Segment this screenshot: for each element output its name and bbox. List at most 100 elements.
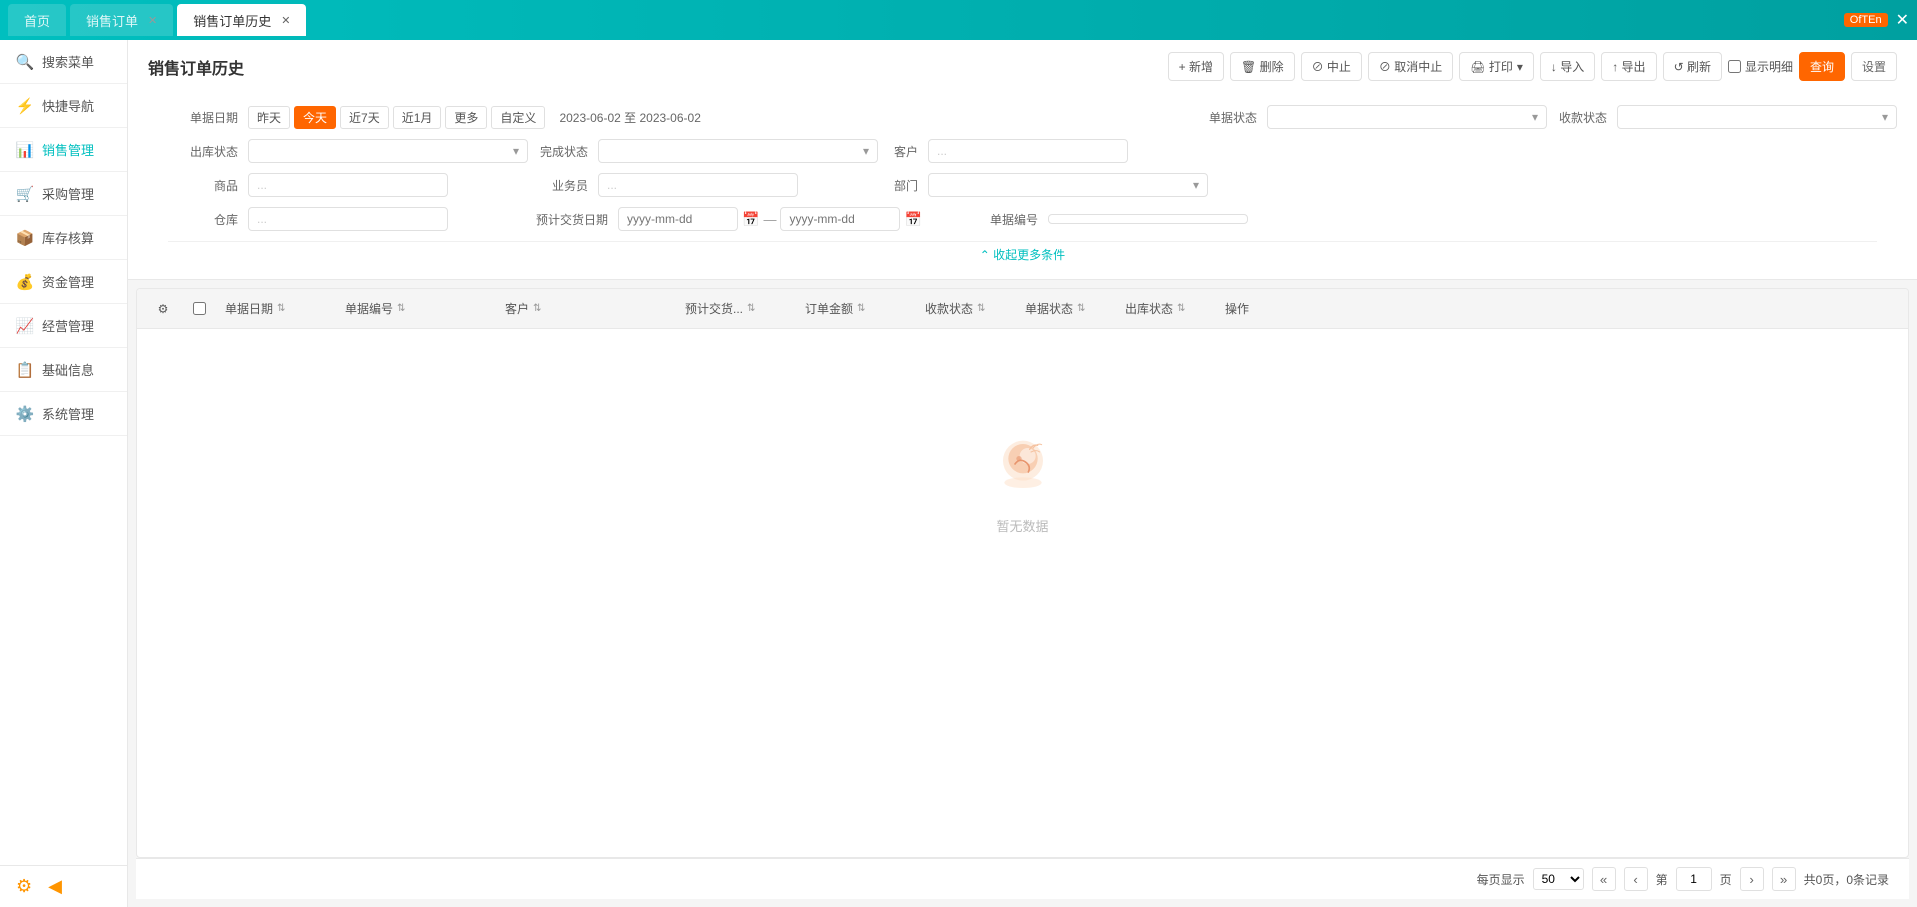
col-number-sort[interactable]: ⇅ bbox=[397, 303, 405, 314]
sidebar-item-sales-mgmt[interactable]: 📊 销售管理 bbox=[0, 128, 127, 172]
page-number-input[interactable] bbox=[1676, 867, 1712, 891]
calendar-start-icon[interactable]: 📅 bbox=[742, 211, 759, 228]
sidebar-settings-icon[interactable]: ⚙ bbox=[16, 876, 32, 897]
col-amount-sort[interactable]: ⇅ bbox=[857, 303, 865, 314]
delete-button[interactable]: 🗑 删除 bbox=[1230, 52, 1295, 81]
table-area: ⚙ 单据日期 ⇅ 单据编号 ⇅ 客户 ⇅ 预计交货... bbox=[136, 288, 1909, 858]
filter-area: 单据日期 昨天 今天 近7天 近1月 更多 自定义 2023-06-02 至 2… bbox=[148, 93, 1897, 279]
sidebar-bottom: ⚙ ◀ bbox=[0, 865, 127, 907]
sidebar-item-quick-nav[interactable]: ⚡ 快捷导航 bbox=[0, 84, 127, 128]
sidebar-item-operation[interactable]: 📈 经营管理 bbox=[0, 304, 127, 348]
table-col-delivery[interactable]: 预计交货... ⇅ bbox=[677, 300, 797, 317]
date-separator: — bbox=[763, 212, 776, 227]
next-page-btn[interactable]: › bbox=[1740, 867, 1764, 891]
date-yesterday-btn[interactable]: 昨天 bbox=[248, 106, 290, 129]
tab-sales-order-history-label: 销售订单历史 bbox=[193, 11, 271, 30]
col-customer-sort[interactable]: ⇅ bbox=[533, 303, 541, 314]
sidebar: 🔍 搜索菜单 ⚡ 快捷导航 📊 销售管理 🛒 采购管理 📦 库存核算 💰 资金管… bbox=[0, 40, 128, 907]
sidebar-item-purchase-mgmt[interactable]: 🛒 采购管理 bbox=[0, 172, 127, 216]
out-status-label: 出库状态 bbox=[168, 143, 248, 160]
last-page-btn[interactable]: » bbox=[1772, 867, 1796, 891]
salesperson-input[interactable]: ... bbox=[598, 173, 798, 197]
order-status-control: ▾ bbox=[1267, 105, 1527, 129]
table-header: ⚙ 单据日期 ⇅ 单据编号 ⇅ 客户 ⇅ 预计交货... bbox=[137, 289, 1908, 329]
salesperson-dots: ... bbox=[607, 178, 617, 192]
dept-select[interactable]: ▾ bbox=[928, 173, 1208, 197]
date-1month-btn[interactable]: 近1月 bbox=[393, 106, 442, 129]
table-col-number[interactable]: 单据编号 ⇅ bbox=[337, 300, 497, 317]
tab-sales-order-history-close[interactable]: ✕ bbox=[281, 14, 290, 27]
page-unit: 页 bbox=[1720, 871, 1732, 888]
table-settings-col[interactable]: ⚙ bbox=[145, 302, 181, 316]
filter-row-4: 仓库 ... 预计交货日期 📅 — 📅 单据编号 bbox=[168, 207, 1877, 231]
col-out-sort[interactable]: ⇅ bbox=[1177, 303, 1185, 314]
warehouse-input[interactable]: ... bbox=[248, 207, 448, 231]
query-button[interactable]: 查询 bbox=[1799, 52, 1845, 81]
stop-button[interactable]: ⊘ 中止 bbox=[1301, 52, 1362, 81]
table-select-all[interactable] bbox=[193, 302, 206, 315]
sidebar-item-finance[interactable]: 💰 资金管理 bbox=[0, 260, 127, 304]
goods-input[interactable]: ... bbox=[248, 173, 448, 197]
table-col-date[interactable]: 单据日期 ⇅ bbox=[217, 300, 337, 317]
collapse-row[interactable]: ⌃ 收起更多条件 bbox=[168, 241, 1877, 267]
tab-sales-order-close[interactable]: ✕ bbox=[148, 14, 157, 27]
receipt-status-control: ▾ bbox=[1617, 105, 1877, 129]
calendar-end-icon[interactable]: 📅 bbox=[904, 211, 921, 228]
table-col-status[interactable]: 单据状态 ⇅ bbox=[1017, 300, 1117, 317]
tab-home-label: 首页 bbox=[24, 11, 50, 30]
order-status-select[interactable]: ▾ bbox=[1267, 105, 1547, 129]
delivery-date-start[interactable] bbox=[618, 207, 738, 231]
table-col-receipt[interactable]: 收款状态 ⇅ bbox=[917, 300, 1017, 317]
order-number-input[interactable] bbox=[1048, 214, 1248, 224]
purchase-mgmt-icon: 🛒 bbox=[16, 185, 34, 203]
print-dropdown-icon[interactable]: ▾ bbox=[1517, 60, 1523, 74]
col-date-sort[interactable]: ⇅ bbox=[277, 303, 285, 314]
new-button[interactable]: + 新增 bbox=[1168, 52, 1224, 81]
sidebar-toggle-icon[interactable]: ◀ bbox=[48, 876, 62, 897]
col-status-sort[interactable]: ⇅ bbox=[1077, 303, 1085, 314]
delivery-date-end[interactable] bbox=[780, 207, 900, 231]
import-button[interactable]: ↓ 导入 bbox=[1540, 52, 1595, 81]
table-col-out[interactable]: 出库状态 ⇅ bbox=[1117, 300, 1217, 317]
receipt-status-select[interactable]: ▾ bbox=[1617, 105, 1897, 129]
customer-input[interactable]: ... bbox=[928, 139, 1128, 163]
first-page-btn[interactable]: « bbox=[1592, 867, 1616, 891]
cancel-stop-button[interactable]: ⊘ 取消中止 bbox=[1368, 52, 1453, 81]
prev-page-btn[interactable]: ‹ bbox=[1624, 867, 1648, 891]
complete-status-select[interactable]: ▾ bbox=[598, 139, 878, 163]
export-button[interactable]: ↑ 导出 bbox=[1601, 52, 1656, 81]
out-status-dropdown-icon: ▾ bbox=[513, 144, 519, 158]
customer-control: ... bbox=[928, 139, 1188, 163]
sidebar-item-system-mgmt[interactable]: ⚙️ 系统管理 bbox=[0, 392, 127, 436]
col-delivery-label: 预计交货... bbox=[685, 300, 743, 317]
tab-home[interactable]: 首页 bbox=[8, 4, 66, 36]
settings-button[interactable]: 设置 bbox=[1851, 52, 1897, 81]
table-col-amount[interactable]: 订单金额 ⇅ bbox=[797, 300, 917, 317]
print-button[interactable]: 🖨 打印 ▾ bbox=[1459, 52, 1534, 81]
page-title: 销售订单历史 bbox=[148, 55, 244, 79]
out-status-select[interactable]: ▾ bbox=[248, 139, 528, 163]
date-more-btn[interactable]: 更多 bbox=[445, 106, 487, 129]
page-size-select[interactable]: 50 20 100 bbox=[1533, 868, 1584, 890]
tab-sales-order[interactable]: 销售订单 ✕ bbox=[70, 4, 173, 36]
sidebar-item-basic-info[interactable]: 📋 基础信息 bbox=[0, 348, 127, 392]
table-col-customer[interactable]: 客户 ⇅ bbox=[497, 300, 677, 317]
tab-sales-order-history[interactable]: 销售订单历史 ✕ bbox=[177, 4, 306, 36]
show-detail-checkbox[interactable] bbox=[1728, 60, 1741, 73]
topbar-close-icon[interactable]: ✕ bbox=[1896, 10, 1909, 30]
table-checkbox-col[interactable] bbox=[181, 302, 217, 315]
sidebar-item-inventory[interactable]: 📦 库存核算 bbox=[0, 216, 127, 260]
date-custom-btn[interactable]: 自定义 bbox=[491, 106, 545, 129]
col-receipt-sort[interactable]: ⇅ bbox=[977, 303, 985, 314]
dept-control: ▾ bbox=[928, 173, 1188, 197]
date-today-btn[interactable]: 今天 bbox=[294, 106, 336, 129]
refresh-button[interactable]: ↺ 刷新 bbox=[1663, 52, 1722, 81]
sidebar-item-search-menu[interactable]: 🔍 搜索菜单 bbox=[0, 40, 127, 84]
sidebar-item-finance-label: 资金管理 bbox=[42, 272, 94, 291]
table-settings-icon[interactable]: ⚙ bbox=[158, 302, 169, 316]
date-quick-btns: 昨天 今天 近7天 近1月 更多 自定义 bbox=[248, 106, 545, 129]
page-size-label: 每页显示 bbox=[1477, 871, 1525, 888]
col-delivery-sort[interactable]: ⇅ bbox=[747, 303, 755, 314]
show-detail-checkbox-label[interactable]: 显示明细 bbox=[1728, 58, 1793, 75]
date-7days-btn[interactable]: 近7天 bbox=[340, 106, 389, 129]
